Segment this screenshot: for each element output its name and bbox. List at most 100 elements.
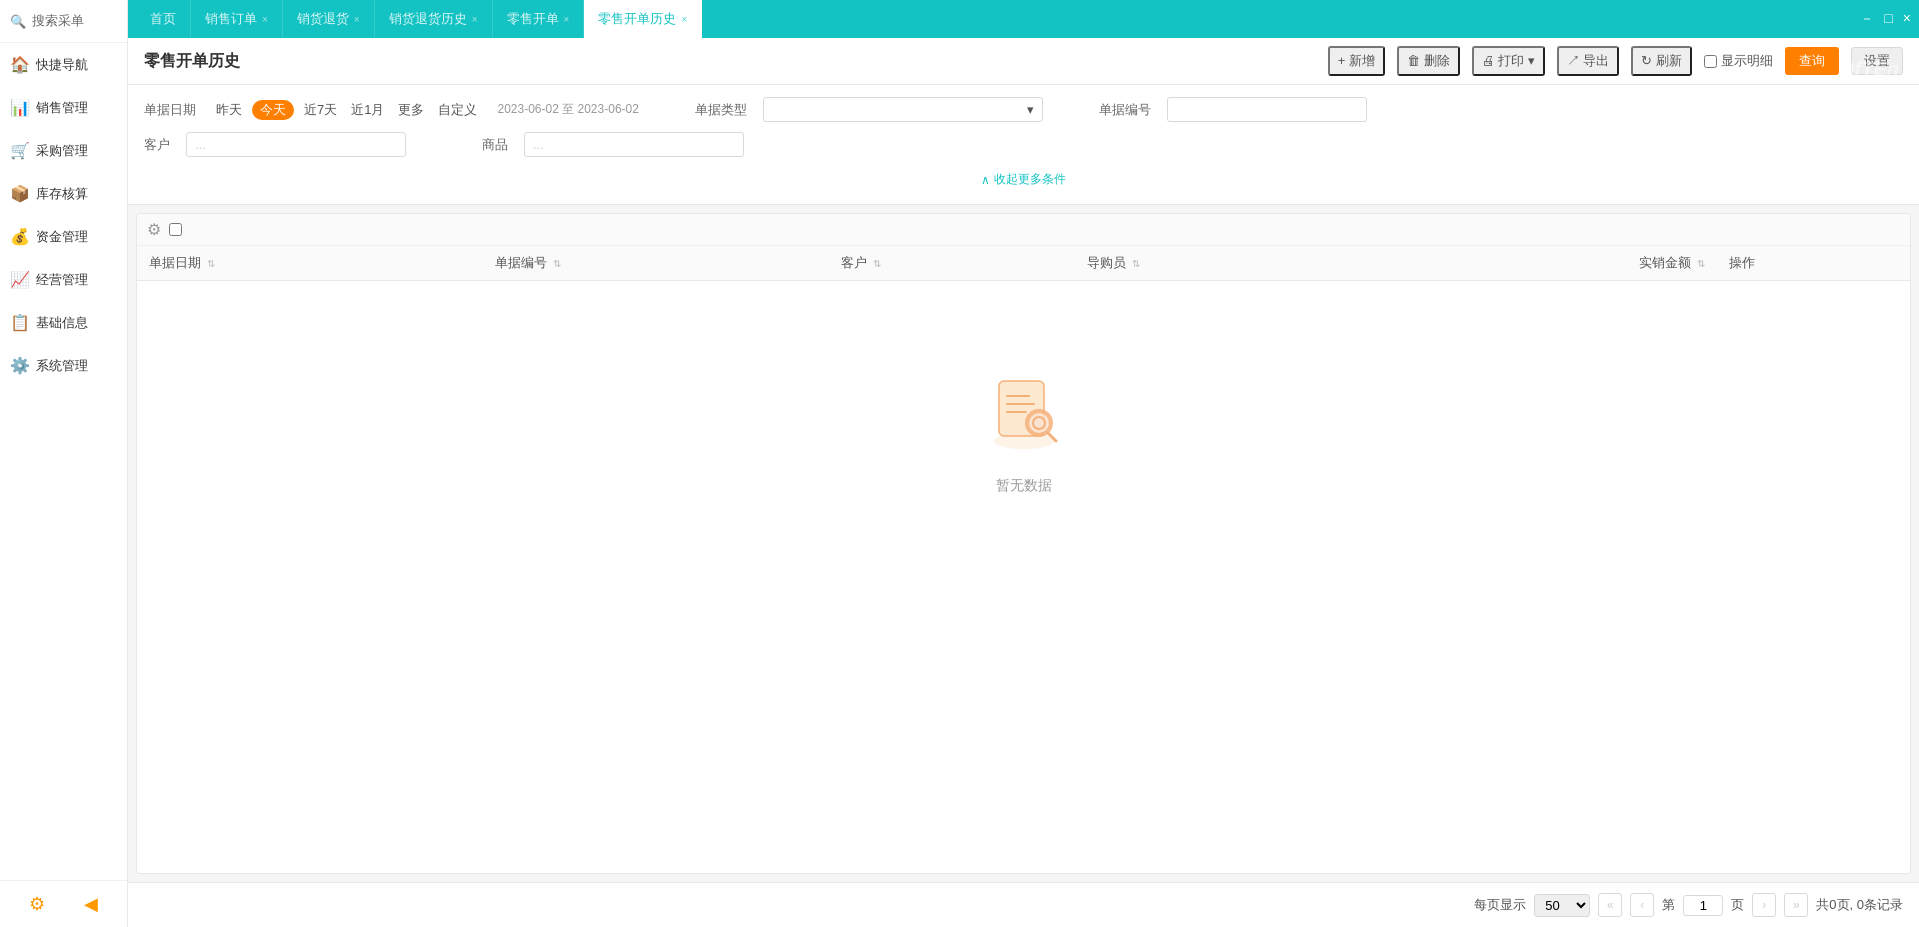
tab-sales-return-close[interactable]: × <box>354 14 360 25</box>
sidebar: 🔍 搜索采单 🏠 快捷导航 📊 销售管理 🛒 采购管理 📦 库存核算 💰 资金管… <box>0 0 128 927</box>
table-gear-icon[interactable]: ⚙ <box>147 220 161 239</box>
empty-state: 暂无数据 <box>137 281 1910 575</box>
date-opt-yesterday[interactable]: 昨天 <box>212 100 246 120</box>
date-opt-custom[interactable]: 自定义 <box>434 100 481 120</box>
col-date[interactable]: 单据日期 ⇅ <box>137 246 483 281</box>
date-opt-more[interactable]: 更多 <box>394 100 428 120</box>
sidebar-search[interactable]: 🔍 搜索采单 <box>0 0 127 43</box>
query-button[interactable]: 查询 <box>1785 47 1839 75</box>
sort-number-icon: ⇅ <box>553 258 561 269</box>
show-detail-checkbox[interactable] <box>1704 55 1717 68</box>
col-number[interactable]: 单据编号 ⇅ <box>483 246 829 281</box>
sidebar-item-basic-info[interactable]: 📋 基础信息 <box>0 301 127 344</box>
sidebar-item-finance[interactable]: 💰 资金管理 <box>0 215 127 258</box>
col-amount[interactable]: 实销金额 ⇅ <box>1371 246 1717 281</box>
last-page-button[interactable]: » <box>1784 893 1808 917</box>
type-label: 单据类型 <box>695 101 747 119</box>
close-button[interactable]: × <box>1903 10 1911 28</box>
prev-page-button[interactable]: ‹ <box>1630 893 1654 917</box>
number-label: 单据编号 <box>1099 101 1151 119</box>
page-size-label: 每页显示 <box>1474 896 1526 914</box>
basic-info-icon: 📋 <box>10 313 30 332</box>
sidebar-item-quick-nav[interactable]: 🏠 快捷导航 <box>0 43 127 86</box>
goods-input[interactable]: ... <box>524 132 744 157</box>
finance-icon: 💰 <box>10 227 30 246</box>
export-button[interactable]: ↗ 导出 <box>1557 46 1620 76</box>
top-nav: 首页 销售订单 × 销货退货 × 销货退货历史 × 零售开单 × 零售开单历史 … <box>128 0 1919 38</box>
goods-label: 商品 <box>482 136 508 154</box>
table-toolbar: ⚙ <box>137 214 1910 246</box>
sidebar-search-label: 搜索采单 <box>32 12 84 30</box>
tab-sales-order-close[interactable]: × <box>262 14 268 25</box>
next-page-button[interactable]: › <box>1752 893 1776 917</box>
sidebar-item-sales-mgmt[interactable]: 📊 销售管理 <box>0 86 127 129</box>
page-input[interactable] <box>1683 895 1723 916</box>
sidebar-collapse-icon[interactable]: ◀ <box>84 893 98 915</box>
col-customer[interactable]: 客户 ⇅ <box>829 246 1075 281</box>
tab-retail-open-close[interactable]: × <box>564 14 570 25</box>
tab-retail-open-history-label: 零售开单历史 <box>598 10 676 28</box>
page-title: 零售开单历史 <box>144 51 1316 72</box>
customer-label: 客户 <box>144 136 170 154</box>
maximize-button[interactable]: □ <box>1884 10 1892 28</box>
settings-button[interactable]: 设置 <box>1851 47 1903 75</box>
sort-date-icon: ⇅ <box>207 258 215 269</box>
col-action: 操作 <box>1717 246 1910 281</box>
sort-amount-icon: ⇅ <box>1697 258 1705 269</box>
tab-retail-open-history[interactable]: 零售开单历史 × <box>584 0 702 38</box>
tab-sales-return-history-close[interactable]: × <box>472 14 478 25</box>
delete-button[interactable]: 🗑 删除 <box>1397 46 1460 76</box>
col-salesperson[interactable]: 导购员 ⇅ <box>1075 246 1371 281</box>
first-page-button[interactable]: « <box>1598 893 1622 917</box>
number-input[interactable] <box>1167 97 1367 122</box>
page-word-before: 第 <box>1662 896 1675 914</box>
main-area: 首页 销售订单 × 销货退货 × 销货退货历史 × 零售开单 × 零售开单历史 … <box>128 0 1919 927</box>
sidebar-item-label: 经营管理 <box>36 271 88 289</box>
tab-sales-return-history[interactable]: 销货退货历史 × <box>375 0 493 38</box>
date-opt-last7[interactable]: 近7天 <box>300 100 341 120</box>
page-size-select[interactable]: 50 10 20 100 <box>1534 894 1590 917</box>
refresh-button[interactable]: ↻ 刷新 <box>1631 46 1692 76</box>
customer-input[interactable]: ... <box>186 132 406 157</box>
tab-sales-return[interactable]: 销货退货 × <box>283 0 375 38</box>
tab-sales-order[interactable]: 销售订单 × <box>191 0 283 38</box>
print-button[interactable]: 🖨 打印 ▾ <box>1472 46 1545 76</box>
sidebar-item-operations[interactable]: 📈 经营管理 <box>0 258 127 301</box>
table-header-row: 单据日期 ⇅ 单据编号 ⇅ 客户 ⇅ 导购员 ⇅ 实销金额 ⇅ 操作 <box>137 246 1910 281</box>
search-icon: 🔍 <box>10 14 26 29</box>
collapse-label: 收起更多条件 <box>994 171 1066 188</box>
collapse-bar[interactable]: ∧ 收起更多条件 <box>144 167 1903 192</box>
select-all-checkbox[interactable] <box>169 223 182 236</box>
sort-customer-icon: ⇅ <box>873 258 881 269</box>
system-icon: ⚙️ <box>10 356 30 375</box>
date-range: 2023-06-02 至 2023-06-02 <box>497 101 638 118</box>
filter-row-1: 单据日期 昨天 今天 近7天 近1月 更多 自定义 2023-06-02 至 2… <box>144 97 1903 122</box>
sidebar-item-purchase-mgmt[interactable]: 🛒 采购管理 <box>0 129 127 172</box>
pagination: 每页显示 50 10 20 100 « ‹ 第 页 › » 共0页, 0条记录 <box>128 882 1919 927</box>
empty-icon <box>974 361 1074 461</box>
data-table: 单据日期 ⇅ 单据编号 ⇅ 客户 ⇅ 导购员 ⇅ 实销金额 ⇅ 操作 <box>137 246 1910 575</box>
date-opt-last1month[interactable]: 近1月 <box>347 100 388 120</box>
tab-retail-open-history-close[interactable]: × <box>681 14 687 25</box>
settings-gear-icon[interactable]: ⚙ <box>29 893 45 915</box>
window-controls: － □ × <box>1860 10 1911 28</box>
sidebar-item-system[interactable]: ⚙️ 系统管理 <box>0 344 127 387</box>
date-opt-today[interactable]: 今天 <box>252 100 294 120</box>
sidebar-item-label: 快捷导航 <box>36 56 88 74</box>
add-button[interactable]: + 新增 <box>1328 46 1385 76</box>
tab-home[interactable]: 首页 <box>136 0 191 38</box>
minimize-button[interactable]: － <box>1860 10 1874 28</box>
filter-area: 单据日期 昨天 今天 近7天 近1月 更多 自定义 2023-06-02 至 2… <box>128 85 1919 205</box>
tab-home-label: 首页 <box>150 10 176 28</box>
show-detail-checkbox-label[interactable]: 显示明细 <box>1704 52 1773 70</box>
collapse-arrow-icon: ∧ <box>981 173 990 187</box>
sidebar-item-label: 系统管理 <box>36 357 88 375</box>
type-select[interactable]: ▾ <box>763 97 1043 122</box>
tab-sales-order-label: 销售订单 <box>205 10 257 28</box>
tab-retail-open[interactable]: 零售开单 × <box>493 0 585 38</box>
toolbar: 零售开单历史 + 新增 🗑 删除 🖨 打印 ▾ ↗ 导出 ↻ 刷新 显示明细 查… <box>128 38 1919 85</box>
table-wrap: ⚙ 单据日期 ⇅ 单据编号 ⇅ 客户 ⇅ 导购员 ⇅ <box>136 213 1911 874</box>
empty-text: 暂无数据 <box>996 477 1052 495</box>
sidebar-item-inventory[interactable]: 📦 库存核算 <box>0 172 127 215</box>
operations-icon: 📈 <box>10 270 30 289</box>
